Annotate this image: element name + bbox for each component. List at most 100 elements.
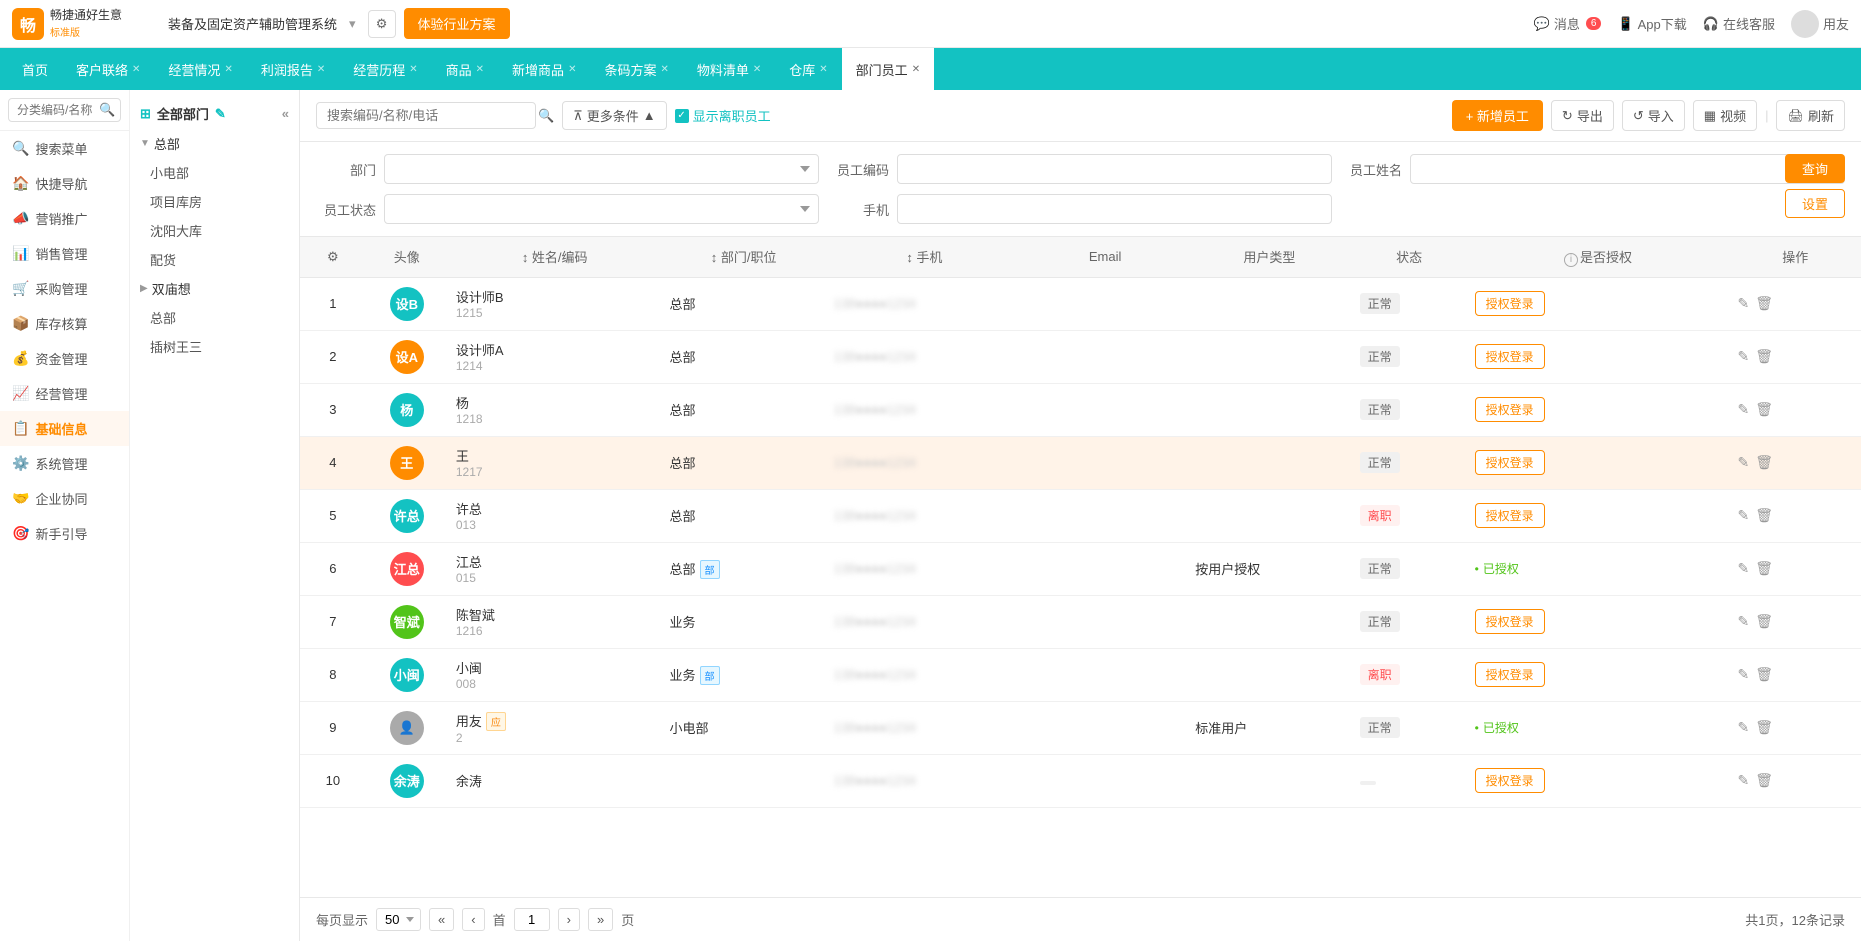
tab-barcode[interactable]: 条码方案 ✕ (590, 48, 682, 90)
edit-button[interactable]: ✎ (1738, 507, 1750, 524)
last-page-button[interactable]: » (588, 908, 613, 931)
per-page-select[interactable]: 50 (376, 908, 421, 931)
dept-item-zongbu[interactable]: 总部 (130, 303, 299, 332)
phone-input[interactable] (897, 194, 1332, 224)
edit-button[interactable]: ✎ (1738, 401, 1750, 418)
auth-button[interactable]: 授权登录 (1475, 503, 1545, 528)
delete-button[interactable]: 🗑 (1755, 454, 1773, 471)
tab-profit[interactable]: 利润报告 ✕ (247, 48, 339, 90)
sidebar-item-marketing[interactable]: 📣 营销推广 (0, 201, 129, 236)
edit-button[interactable]: ✎ (1738, 348, 1750, 365)
delete-button[interactable]: 🗑 (1755, 772, 1773, 789)
sidebar-item-purchase[interactable]: 🛒 采购管理 (0, 271, 129, 306)
tab-dept-employee[interactable]: 部门员工 ✕ (842, 48, 934, 90)
query-button[interactable]: 查询 (1785, 154, 1845, 183)
next-page-button[interactable]: › (558, 908, 580, 931)
auth-button[interactable]: 授权登录 (1475, 450, 1545, 475)
more-conditions-button[interactable]: ⊼ 更多条件 ▲ (562, 101, 666, 130)
delete-button[interactable]: 🗑 (1755, 507, 1773, 524)
tab-close-goods[interactable]: ✕ (476, 64, 484, 75)
search-icon[interactable]: 🔍 (538, 108, 554, 124)
edit-button[interactable]: ✎ (1738, 719, 1750, 736)
auth-button[interactable]: 授权登录 (1475, 609, 1545, 634)
tab-close-profit[interactable]: ✕ (317, 64, 325, 75)
tab-operation[interactable]: 经营情况 ✕ (154, 48, 246, 90)
dept-group-shuangmiao[interactable]: ▶ 双庙想 (130, 274, 299, 303)
tab-customer[interactable]: 客户联络 ✕ (62, 48, 154, 90)
sidebar-item-sales[interactable]: 📊 销售管理 (0, 236, 129, 271)
sidebar-search-icon[interactable]: 🔍 (99, 102, 115, 118)
tab-warehouse[interactable]: 仓库 ✕ (775, 48, 841, 90)
trial-button[interactable]: 体验行业方案 (404, 8, 510, 39)
delete-button[interactable]: 🗑 (1755, 401, 1773, 418)
sidebar-item-collab[interactable]: 🤝 企业协同 (0, 481, 129, 516)
tab-close-warehouse[interactable]: ✕ (819, 64, 827, 75)
add-employee-button[interactable]: + 新增员工 (1452, 100, 1543, 131)
edit-button[interactable]: ✎ (1738, 666, 1750, 683)
export-button[interactable]: ↻ 导出 (1551, 100, 1614, 131)
emp-name-input[interactable] (1410, 154, 1845, 184)
dept-select[interactable] (384, 154, 819, 184)
col-header-name[interactable]: ↕ 姓名/编码 (448, 237, 662, 277)
message-button[interactable]: 💬 消息 6 (1534, 14, 1602, 33)
edit-button[interactable]: ✎ (1738, 772, 1750, 789)
delete-button[interactable]: 🗑 (1755, 719, 1773, 736)
auth-info-icon[interactable]: i (1564, 253, 1578, 267)
user-avatar-button[interactable]: 用友 (1791, 10, 1849, 38)
auth-button[interactable]: 授权登录 (1475, 397, 1545, 422)
import-button[interactable]: ↺ 导入 (1622, 100, 1685, 131)
col-header-phone[interactable]: ↕ 手机 (826, 237, 1023, 277)
auth-button[interactable]: 授权登录 (1475, 291, 1545, 316)
sidebar-item-quicknav[interactable]: 🏠 快捷导航 (0, 166, 129, 201)
sidebar-item-guide[interactable]: 🎯 新手引导 (0, 516, 129, 551)
delete-button[interactable]: 🗑 (1755, 295, 1773, 312)
tab-history[interactable]: 经营历程 ✕ (339, 48, 431, 90)
settings-icon[interactable]: ⚙ (368, 10, 396, 38)
edit-button[interactable]: ✎ (1738, 613, 1750, 630)
search-input[interactable] (316, 102, 536, 129)
set-button[interactable]: 设置 (1785, 189, 1845, 218)
sidebar-item-search[interactable]: 🔍 搜索菜单 (0, 131, 129, 166)
tree-collapse-icon[interactable]: « (282, 106, 289, 121)
first-page-button[interactable]: « (429, 908, 454, 931)
edit-button[interactable]: ✎ (1738, 454, 1750, 471)
auth-button[interactable]: 授权登录 (1475, 662, 1545, 687)
auth-button[interactable]: 授权登录 (1475, 344, 1545, 369)
dept-item-shenyang[interactable]: 沈阳大库 (130, 216, 299, 245)
sidebar-item-finance[interactable]: 💰 资金管理 (0, 341, 129, 376)
dept-group-header[interactable]: ▼ 总部 (130, 129, 299, 158)
tab-goods[interactable]: 商品 ✕ (432, 48, 498, 90)
tab-new-goods[interactable]: 新增商品 ✕ (498, 48, 590, 90)
col-header-settings[interactable]: ⚙ (300, 237, 366, 277)
sidebar-item-operation[interactable]: 📈 经营管理 (0, 376, 129, 411)
tab-close-history[interactable]: ✕ (409, 64, 417, 75)
sidebar-item-inventory[interactable]: 📦 库存核算 (0, 306, 129, 341)
tab-close-new-goods[interactable]: ✕ (568, 64, 576, 75)
print-button[interactable]: 🖨 刷新 (1776, 100, 1845, 131)
sidebar-item-system[interactable]: ⚙️ 系统管理 (0, 446, 129, 481)
sidebar-item-basic-info[interactable]: 📋 基础信息 (0, 411, 129, 446)
dept-item-project[interactable]: 项目库房 (130, 187, 299, 216)
dept-item-peihuo[interactable]: 配货 (130, 245, 299, 274)
tab-close-bom[interactable]: ✕ (753, 64, 761, 75)
delete-button[interactable]: 🗑 (1755, 348, 1773, 365)
tab-close-operation[interactable]: ✕ (224, 64, 232, 75)
edit-button[interactable]: ✎ (1738, 295, 1750, 312)
dept-item-xiaodian[interactable]: 小电部 (130, 158, 299, 187)
prev-page-button[interactable]: ‹ (462, 908, 484, 931)
view-button[interactable]: ▦ 视频 (1693, 100, 1757, 131)
tab-bom[interactable]: 物料清单 ✕ (683, 48, 775, 90)
online-service-button[interactable]: 🎧 在线客服 (1703, 14, 1775, 33)
edit-button[interactable]: ✎ (1738, 560, 1750, 577)
app-download-button[interactable]: 📱 App下载 (1617, 14, 1686, 33)
tab-close-barcode[interactable]: ✕ (660, 64, 668, 75)
auth-button[interactable]: 授权登录 (1475, 768, 1545, 793)
tab-home[interactable]: 首页 (8, 48, 62, 90)
dept-item-chashuwangsan[interactable]: 插树王三 (130, 332, 299, 361)
tree-edit-icon[interactable]: ✎ (215, 106, 226, 122)
delete-button[interactable]: 🗑 (1755, 666, 1773, 683)
delete-button[interactable]: 🗑 (1755, 560, 1773, 577)
col-header-dept[interactable]: ↕ 部门/职位 (661, 237, 825, 277)
show-resigned-toggle[interactable]: ✓ 显示离职员工 (675, 106, 771, 125)
emp-status-select[interactable] (384, 194, 819, 224)
